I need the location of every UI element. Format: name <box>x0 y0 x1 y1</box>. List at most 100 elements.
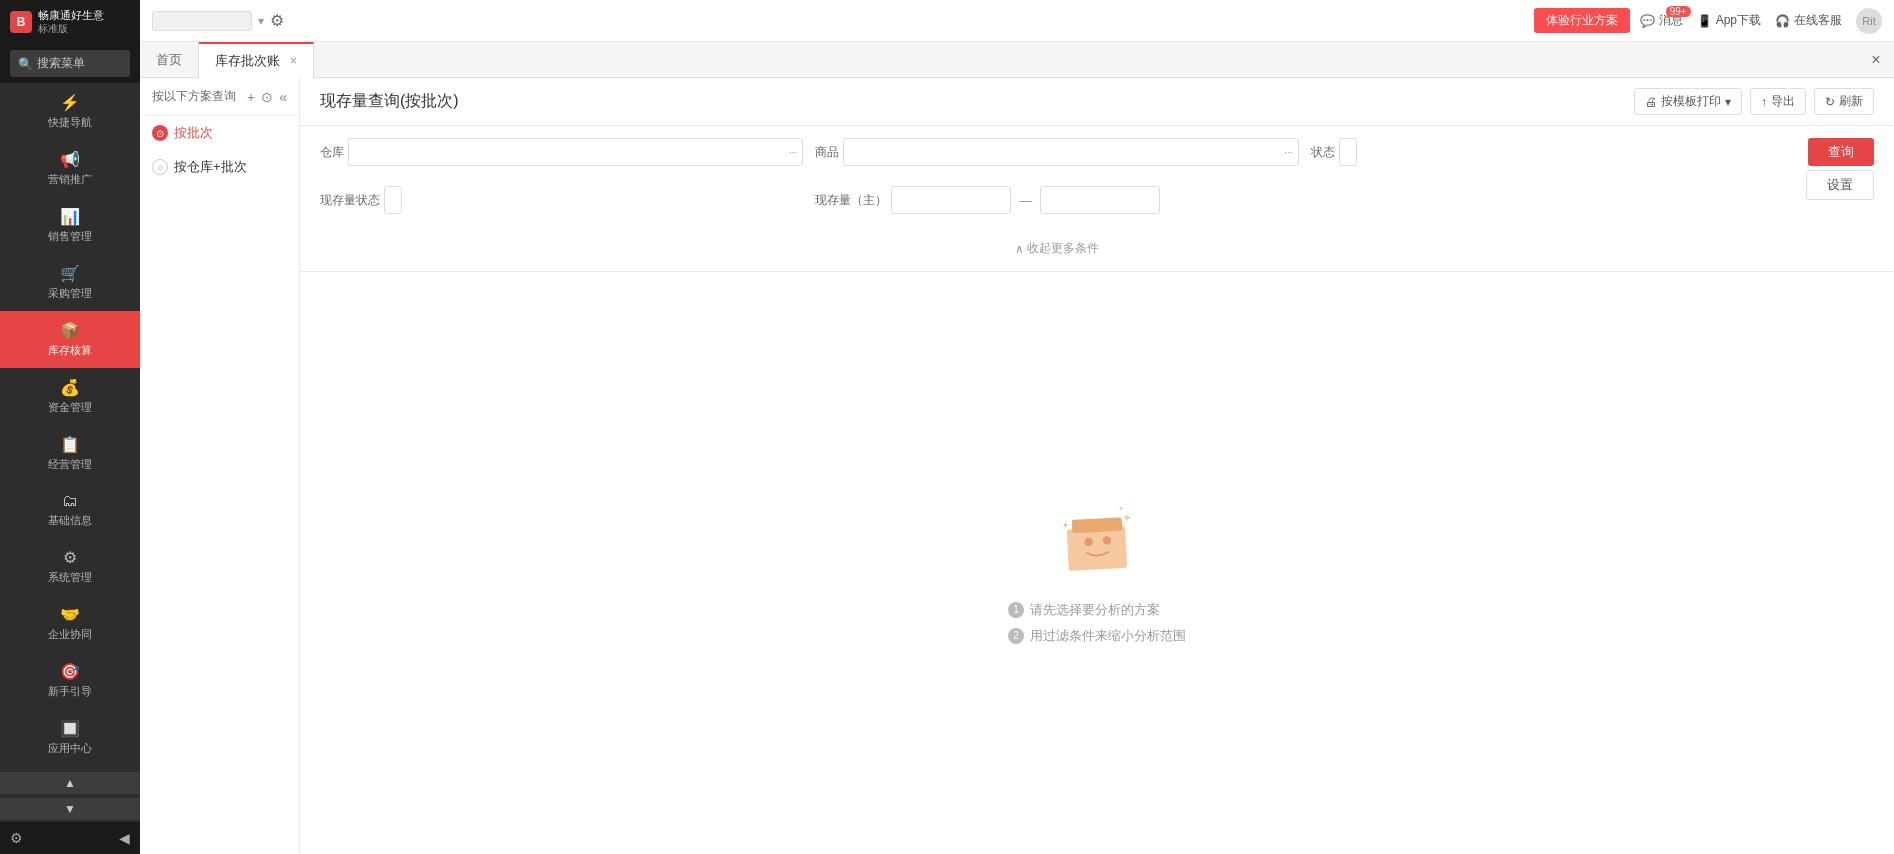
sidebar-item-wechat[interactable]: 💬 企业微信 <box>0 766 140 770</box>
hint-num-2: 2 <box>1008 628 1024 644</box>
warehouse-input[interactable] <box>348 138 803 166</box>
status-label: 状态 <box>1311 144 1335 161</box>
filter-status: 状态 <box>1311 138 1794 166</box>
sidebar-collapse-button[interactable]: ◀ <box>119 830 130 846</box>
by-warehouse-batch-icon: ○ <box>152 159 168 175</box>
inventory-icon: 📦 <box>60 321 80 340</box>
sidebar-item-finance[interactable]: 💰 资金管理 <box>0 368 140 425</box>
query-button[interactable]: 查询 <box>1808 138 1874 166</box>
svg-point-3 <box>1103 536 1111 544</box>
sidebar-item-newbie[interactable]: 🎯 新手引导 <box>0 652 140 709</box>
right-panel: 现存量查询(按批次) 🖨 按模板打印 ▾ ↑ 导出 ↻ 刷新 <box>300 78 1894 854</box>
export-label: 导出 <box>1771 93 1795 110</box>
phone-icon: 📱 <box>1697 14 1712 28</box>
sidebar-item-system[interactable]: ⚙ 系统管理 <box>0 538 140 595</box>
refresh-label: 刷新 <box>1839 93 1863 110</box>
hint-item-2: 2 用过滤条件来缩小分析范围 <box>1008 627 1186 645</box>
enterprise-icon: 🤝 <box>60 605 80 624</box>
sidebar-item-quick[interactable]: ⚡ 快捷导航 <box>0 83 140 140</box>
sidebar-item-enterprise[interactable]: 🤝 企业协同 <box>0 595 140 652</box>
hint-item-1: 1 请先选择要分析的方案 <box>1008 601 1186 619</box>
inventory-status-select[interactable] <box>384 186 402 214</box>
headset-icon: 🎧 <box>1775 14 1790 28</box>
sidebar-item-purchase[interactable]: 🛒 采购管理 <box>0 254 140 311</box>
sidebar-item-sales[interactable]: 📊 销售管理 <box>0 197 140 254</box>
svg-point-2 <box>1085 537 1093 545</box>
app-logo: B <box>10 11 32 33</box>
inventory-quantity-from-input[interactable] <box>891 186 1011 214</box>
online-service-label: 在线客服 <box>1794 12 1842 29</box>
collapse-button[interactable]: ∧ 收起更多条件 <box>1015 240 1099 257</box>
page-title: 现存量查询(按批次) <box>320 91 459 112</box>
tab-panel-close-button[interactable]: × <box>1858 42 1894 78</box>
page-header-actions: 🖨 按模板打印 ▾ ↑ 导出 ↻ 刷新 <box>1634 88 1874 115</box>
newbie-icon: 🎯 <box>60 662 80 681</box>
sidebar-item-marketing[interactable]: 📢 营销推广 <box>0 140 140 197</box>
search-menu-button[interactable]: 🔍 搜索菜单 <box>10 50 130 77</box>
tab-batch[interactable]: 库存批次账 × <box>199 42 314 78</box>
app-edition: 标准版 <box>38 22 104 36</box>
marketing-icon: 📢 <box>60 150 80 169</box>
left-panel-collapse-button[interactable]: « <box>279 89 287 105</box>
basic-icon: 🗂 <box>62 492 78 510</box>
page-header: 现存量查询(按批次) 🖨 按模板打印 ▾ ↑ 导出 ↻ 刷新 <box>300 78 1894 126</box>
sidebar-label-marketing: 营销推广 <box>48 172 92 187</box>
sidebar-scroll-up-button[interactable]: ▲ <box>0 772 140 794</box>
by-warehouse-batch-label: 按仓库+批次 <box>174 158 247 176</box>
filter-product: 商品 ··· <box>815 138 1298 166</box>
inventory-status-wrapper <box>384 186 803 214</box>
set-button[interactable]: 设置 <box>1806 170 1874 200</box>
inventory-quantity-label: 现存量（主） <box>815 192 887 209</box>
sidebar-scroll-down-button[interactable]: ▼ <box>0 798 140 820</box>
sidebar-item-apps[interactable]: 🔲 应用中心 <box>0 709 140 766</box>
sidebar-item-operation[interactable]: 📋 经营管理 <box>0 425 140 482</box>
trial-button[interactable]: 体验行业方案 <box>1534 8 1630 33</box>
product-input[interactable] <box>843 138 1298 166</box>
sidebar-item-inventory[interactable]: 📦 库存核算 <box>0 311 140 368</box>
print-button[interactable]: 🖨 按模板打印 ▾ <box>1634 88 1742 115</box>
messages-item[interactable]: 💬 消息 99+ <box>1640 12 1683 29</box>
hint-text-2: 用过滤条件来缩小分析范围 <box>1030 627 1186 645</box>
hint-num-1: 1 <box>1008 602 1024 618</box>
messages-badge: 99+ <box>1666 6 1691 17</box>
sidebar-label-system: 系统管理 <box>48 570 92 585</box>
refresh-button[interactable]: ↻ 刷新 <box>1814 88 1874 115</box>
topbar-settings-button[interactable]: ⚙ <box>270 11 284 30</box>
breadcrumb-input[interactable] <box>152 11 252 31</box>
avatar: Rit <box>1856 8 1882 34</box>
sidebar-footer: ⚙ ◀ <box>0 822 140 854</box>
sidebar-settings-button[interactable]: ⚙ <box>10 830 23 846</box>
online-service-item[interactable]: 🎧 在线客服 <box>1775 12 1842 29</box>
status-select[interactable] <box>1339 138 1357 166</box>
topbar-right: 💬 消息 99+ 📱 App下载 🎧 在线客服 Rit <box>1640 8 1882 34</box>
sidebar-header: B 畅康通好生意 标准版 <box>0 0 140 44</box>
export-icon: ↑ <box>1761 95 1767 109</box>
collapse-row: ∧ 收起更多条件 <box>320 234 1794 259</box>
chevron-down-icon: ▾ <box>258 14 264 28</box>
sidebar-scroll-up-area: ▲ <box>0 770 140 796</box>
warehouse-label: 仓库 <box>320 144 344 161</box>
export-button[interactable]: ↑ 导出 <box>1750 88 1806 115</box>
product-label: 商品 <box>815 144 839 161</box>
left-panel-actions: + ⊙ « <box>247 89 287 105</box>
left-panel-title: 按以下方案查询 <box>152 88 236 105</box>
sidebar-label-quick: 快捷导航 <box>48 115 92 130</box>
app-download-item[interactable]: 📱 App下载 <box>1697 12 1761 29</box>
filter-row-1: 仓库 ··· 商品 ··· <box>320 138 1794 166</box>
left-panel-item-by-batch[interactable]: ⊙ 按批次 <box>140 116 299 150</box>
tab-home[interactable]: 首页 <box>140 42 199 78</box>
sidebar-scroll-down-area: ▼ <box>0 796 140 822</box>
warehouse-input-wrapper: ··· <box>348 138 803 166</box>
empty-state: ✦ ✦ ✦ 1 请先选择要分析的方案 2 用过滤条件来缩小分析范围 <box>300 272 1894 854</box>
system-icon: ⚙ <box>63 548 77 567</box>
sidebar-label-operation: 经营管理 <box>48 457 92 472</box>
left-panel-settings-button[interactable]: ⊙ <box>261 89 273 105</box>
inventory-quantity-to-input[interactable] <box>1040 186 1160 214</box>
sidebar-item-basic[interactable]: 🗂 基础信息 <box>0 482 140 538</box>
left-panel-add-button[interactable]: + <box>247 89 255 105</box>
left-panel-item-by-warehouse-batch[interactable]: ○ 按仓库+批次 <box>140 150 299 184</box>
user-avatar-item[interactable]: Rit <box>1856 8 1882 34</box>
hint-text-1: 请先选择要分析的方案 <box>1030 601 1160 619</box>
svg-text:✦: ✦ <box>1062 519 1069 529</box>
tab-batch-close[interactable]: × <box>286 54 297 68</box>
